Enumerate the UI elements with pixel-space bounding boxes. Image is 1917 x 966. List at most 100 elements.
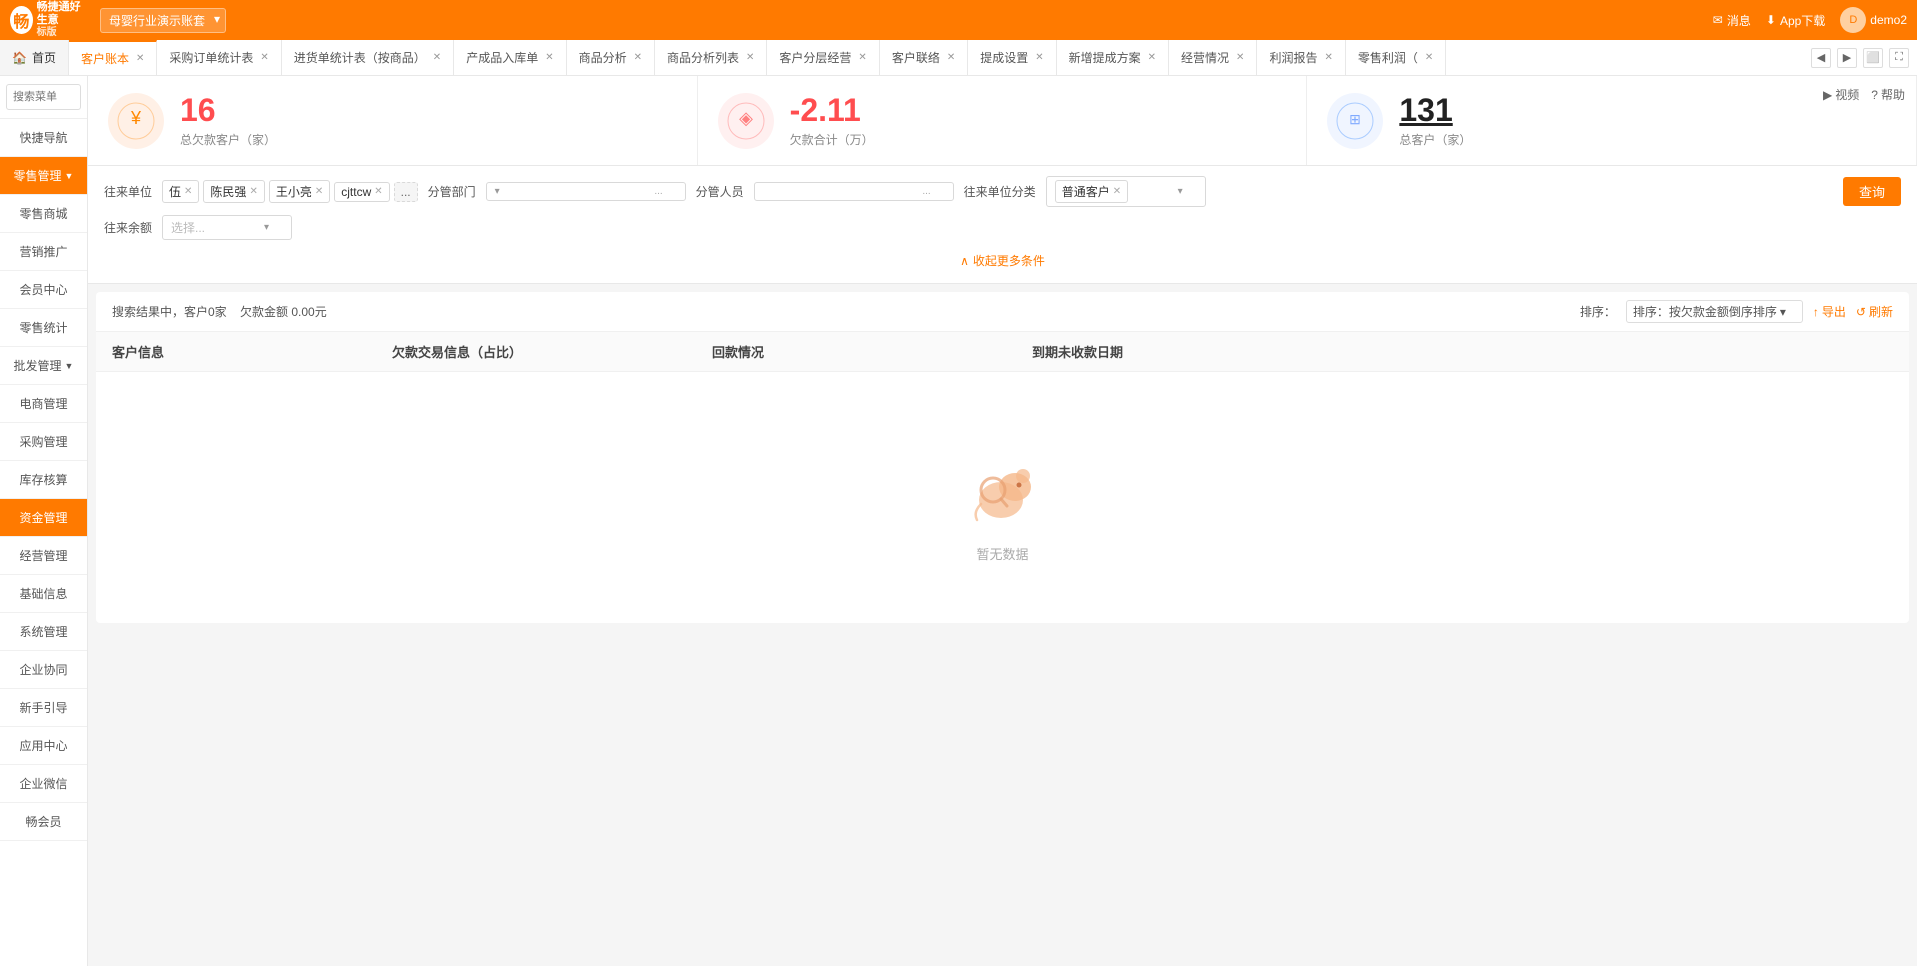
refresh-icon: ↺: [1856, 305, 1866, 319]
tag-wu[interactable]: 伍 ✕: [162, 180, 199, 203]
tab-commission-setting[interactable]: 提成设置 ✕: [968, 40, 1056, 75]
sidebar-item-inventory[interactable]: 库存核算: [0, 461, 87, 499]
dept-select[interactable]: ▾ ...: [486, 182, 686, 201]
dept-label: 分管部门: [428, 183, 476, 200]
video-link[interactable]: ▶ 视频: [1823, 86, 1859, 103]
close-tab-commission-setting[interactable]: ✕: [1035, 52, 1043, 63]
export-btn[interactable]: ↑ 导出: [1813, 303, 1846, 320]
stat-label-amount: 欠款合计（万）: [790, 131, 1287, 148]
top-bar: 畅 畅捷通好生意 标版 母婴行业演示账套 ✉ 消息 ⬇ App下载 D demo…: [0, 0, 1917, 40]
sidebar-item-chang-member[interactable]: 畅会员: [0, 803, 87, 841]
tab-home[interactable]: 🏠 首页: [0, 40, 69, 75]
sidebar-item-app-center[interactable]: 应用中心: [0, 727, 87, 765]
stat-value-amount: -2.11: [790, 93, 1287, 128]
remove-tag-wu[interactable]: ✕: [184, 186, 192, 197]
close-tab-purchase-order[interactable]: ✕: [260, 52, 268, 63]
sidebar-item-member-center[interactable]: 会员中心: [0, 271, 87, 309]
sidebar-item-enterprise-wechat[interactable]: 企业微信: [0, 765, 87, 803]
sidebar-item-newbie-guide[interactable]: 新手引导: [0, 689, 87, 727]
nav-next-arrow[interactable]: ▶: [1837, 48, 1857, 68]
user-menu[interactable]: D demo2: [1840, 7, 1907, 33]
nav-fullscreen[interactable]: ⛶: [1889, 48, 1909, 68]
filter-row-2: 往来余额 选择... ▾: [104, 215, 1901, 240]
remove-tag-cjttcw[interactable]: ✕: [374, 186, 382, 197]
tag-cjttcw[interactable]: cjttcw ✕: [334, 182, 389, 202]
tab-customer-tier[interactable]: 客户分层经营 ✕: [767, 40, 879, 75]
download-icon: ⬇: [1766, 13, 1776, 27]
close-tab-profit-report[interactable]: ✕: [1324, 52, 1332, 63]
logo-icon: 畅: [10, 6, 33, 34]
unit-classify-select[interactable]: 普通客户 ✕ ▾: [1046, 176, 1206, 207]
tag-wang[interactable]: 王小亮 ✕: [269, 180, 330, 203]
stat-info-total: 131 总客户（家）: [1399, 93, 1896, 147]
close-tab-goods-analysis[interactable]: ✕: [634, 52, 642, 63]
tab-goods-analysis[interactable]: 商品分析 ✕: [567, 40, 655, 75]
tab-customer-account[interactable]: 客户账本 ✕: [69, 40, 157, 75]
tab-product-in[interactable]: 产成品入库单 ✕: [454, 40, 566, 75]
more-tags-btn[interactable]: ...: [394, 182, 418, 202]
close-tab-customer-account[interactable]: ✕: [136, 53, 144, 64]
amount-arrow-icon: ▾: [264, 222, 269, 233]
col-customer-info: 客户信息: [112, 342, 392, 361]
message-btn[interactable]: ✉ 消息: [1713, 12, 1751, 29]
account-dropdown[interactable]: 母婴行业演示账套: [100, 8, 226, 33]
help-link[interactable]: ? 帮助: [1871, 86, 1905, 103]
remove-tag-chen[interactable]: ✕: [249, 186, 257, 197]
sidebar-item-operation-mgmt[interactable]: 经营管理: [0, 537, 87, 575]
tab-customer-contact[interactable]: 客户联络 ✕: [880, 40, 968, 75]
close-tab-goods-in[interactable]: ✕: [433, 52, 441, 63]
search-summary: 搜索结果中，客户0家 欠款金额 0.00元: [112, 303, 327, 320]
sidebar-item-retail-stats[interactable]: 零售统计: [0, 309, 87, 347]
close-tab-product-in[interactable]: ✕: [545, 52, 553, 63]
filter-row-1: 往来单位 伍 ✕ 陈民强 ✕ 王小亮 ✕ cjttcw: [104, 176, 1901, 207]
sidebar-item-basic-info[interactable]: 基础信息: [0, 575, 87, 613]
person-select[interactable]: ...: [754, 182, 954, 201]
remove-tag-normal[interactable]: ✕: [1113, 186, 1121, 197]
tab-retail-profit[interactable]: 零售利润（ ✕: [1346, 40, 1446, 75]
person-label: 分管人员: [696, 183, 744, 200]
logo-sub: 标版: [37, 27, 90, 39]
tag-normal-customer[interactable]: 普通客户 ✕: [1055, 180, 1128, 203]
close-tab-customer-contact[interactable]: ✕: [947, 52, 955, 63]
tab-goods-analysis-list[interactable]: 商品分析列表 ✕: [655, 40, 767, 75]
sidebar-item-ecommerce-mgmt[interactable]: 电商管理: [0, 385, 87, 423]
tab-purchase-order[interactable]: 采购订单统计表 ✕: [157, 40, 281, 75]
tab-profit-report[interactable]: 利润报告 ✕: [1257, 40, 1345, 75]
tab-goods-in[interactable]: 进货单统计表（按商品） ✕: [282, 40, 454, 75]
amount-select[interactable]: 选择... ▾: [162, 215, 292, 240]
sidebar-item-retail-shop[interactable]: 零售商城: [0, 195, 87, 233]
sidebar-item-retail-mgmt[interactable]: 零售管理 ▼: [0, 157, 87, 195]
nav-prev-arrow[interactable]: ◀: [1811, 48, 1831, 68]
tab-new-commission[interactable]: 新增提成方案 ✕: [1057, 40, 1169, 75]
query-button[interactable]: 查询: [1843, 177, 1901, 206]
sidebar-item-marketing[interactable]: 营销推广: [0, 233, 87, 271]
close-tab-goods-analysis-list[interactable]: ✕: [746, 52, 754, 63]
app-download-btn[interactable]: ⬇ App下载: [1766, 12, 1825, 29]
sidebar-item-purchase-mgmt[interactable]: 采购管理: [0, 423, 87, 461]
table-empty: 暂无数据: [96, 372, 1909, 623]
close-tab-customer-tier[interactable]: ✕: [858, 52, 866, 63]
close-tab-business-status[interactable]: ✕: [1236, 52, 1244, 63]
search-input[interactable]: [6, 84, 81, 110]
nav-more-arrow[interactable]: ⬜: [1863, 48, 1883, 68]
svg-text:⊞: ⊞: [1349, 111, 1361, 127]
nav-tabs-end: ◀ ▶ ⬜ ⛶: [1803, 40, 1917, 75]
refresh-btn[interactable]: ↺ 刷新: [1856, 303, 1893, 320]
sidebar-item-enterprise-collab[interactable]: 企业协同: [0, 651, 87, 689]
sort-select[interactable]: 排序：按欠款金额倒序排序 ▾: [1626, 300, 1803, 323]
tab-business-status[interactable]: 经营情况 ✕: [1169, 40, 1257, 75]
table-area: 搜索结果中，客户0家 欠款金额 0.00元 排序： 排序：按欠款金额倒序排序 ▾…: [96, 292, 1909, 623]
sidebar-item-system-mgmt[interactable]: 系统管理: [0, 613, 87, 651]
tag-chen[interactable]: 陈民强 ✕: [203, 180, 264, 203]
sort-label: 排序：: [1580, 303, 1616, 320]
sidebar-item-quick-nav[interactable]: 快捷导航: [0, 119, 87, 157]
close-tab-new-commission[interactable]: ✕: [1148, 52, 1156, 63]
remove-tag-wang[interactable]: ✕: [315, 186, 323, 197]
col-repayment: 回款情况: [712, 342, 1032, 361]
sidebar-item-wholesale-mgmt[interactable]: 批发管理 ▼: [0, 347, 87, 385]
dept-arrow-icon: ▾: [495, 186, 500, 197]
collapse-filter-btn[interactable]: ∧ 收起更多条件: [104, 248, 1901, 273]
sidebar-search-area: [0, 76, 87, 119]
close-tab-retail-profit[interactable]: ✕: [1425, 52, 1433, 63]
sidebar-item-finance-mgmt[interactable]: 资金管理: [0, 499, 87, 537]
